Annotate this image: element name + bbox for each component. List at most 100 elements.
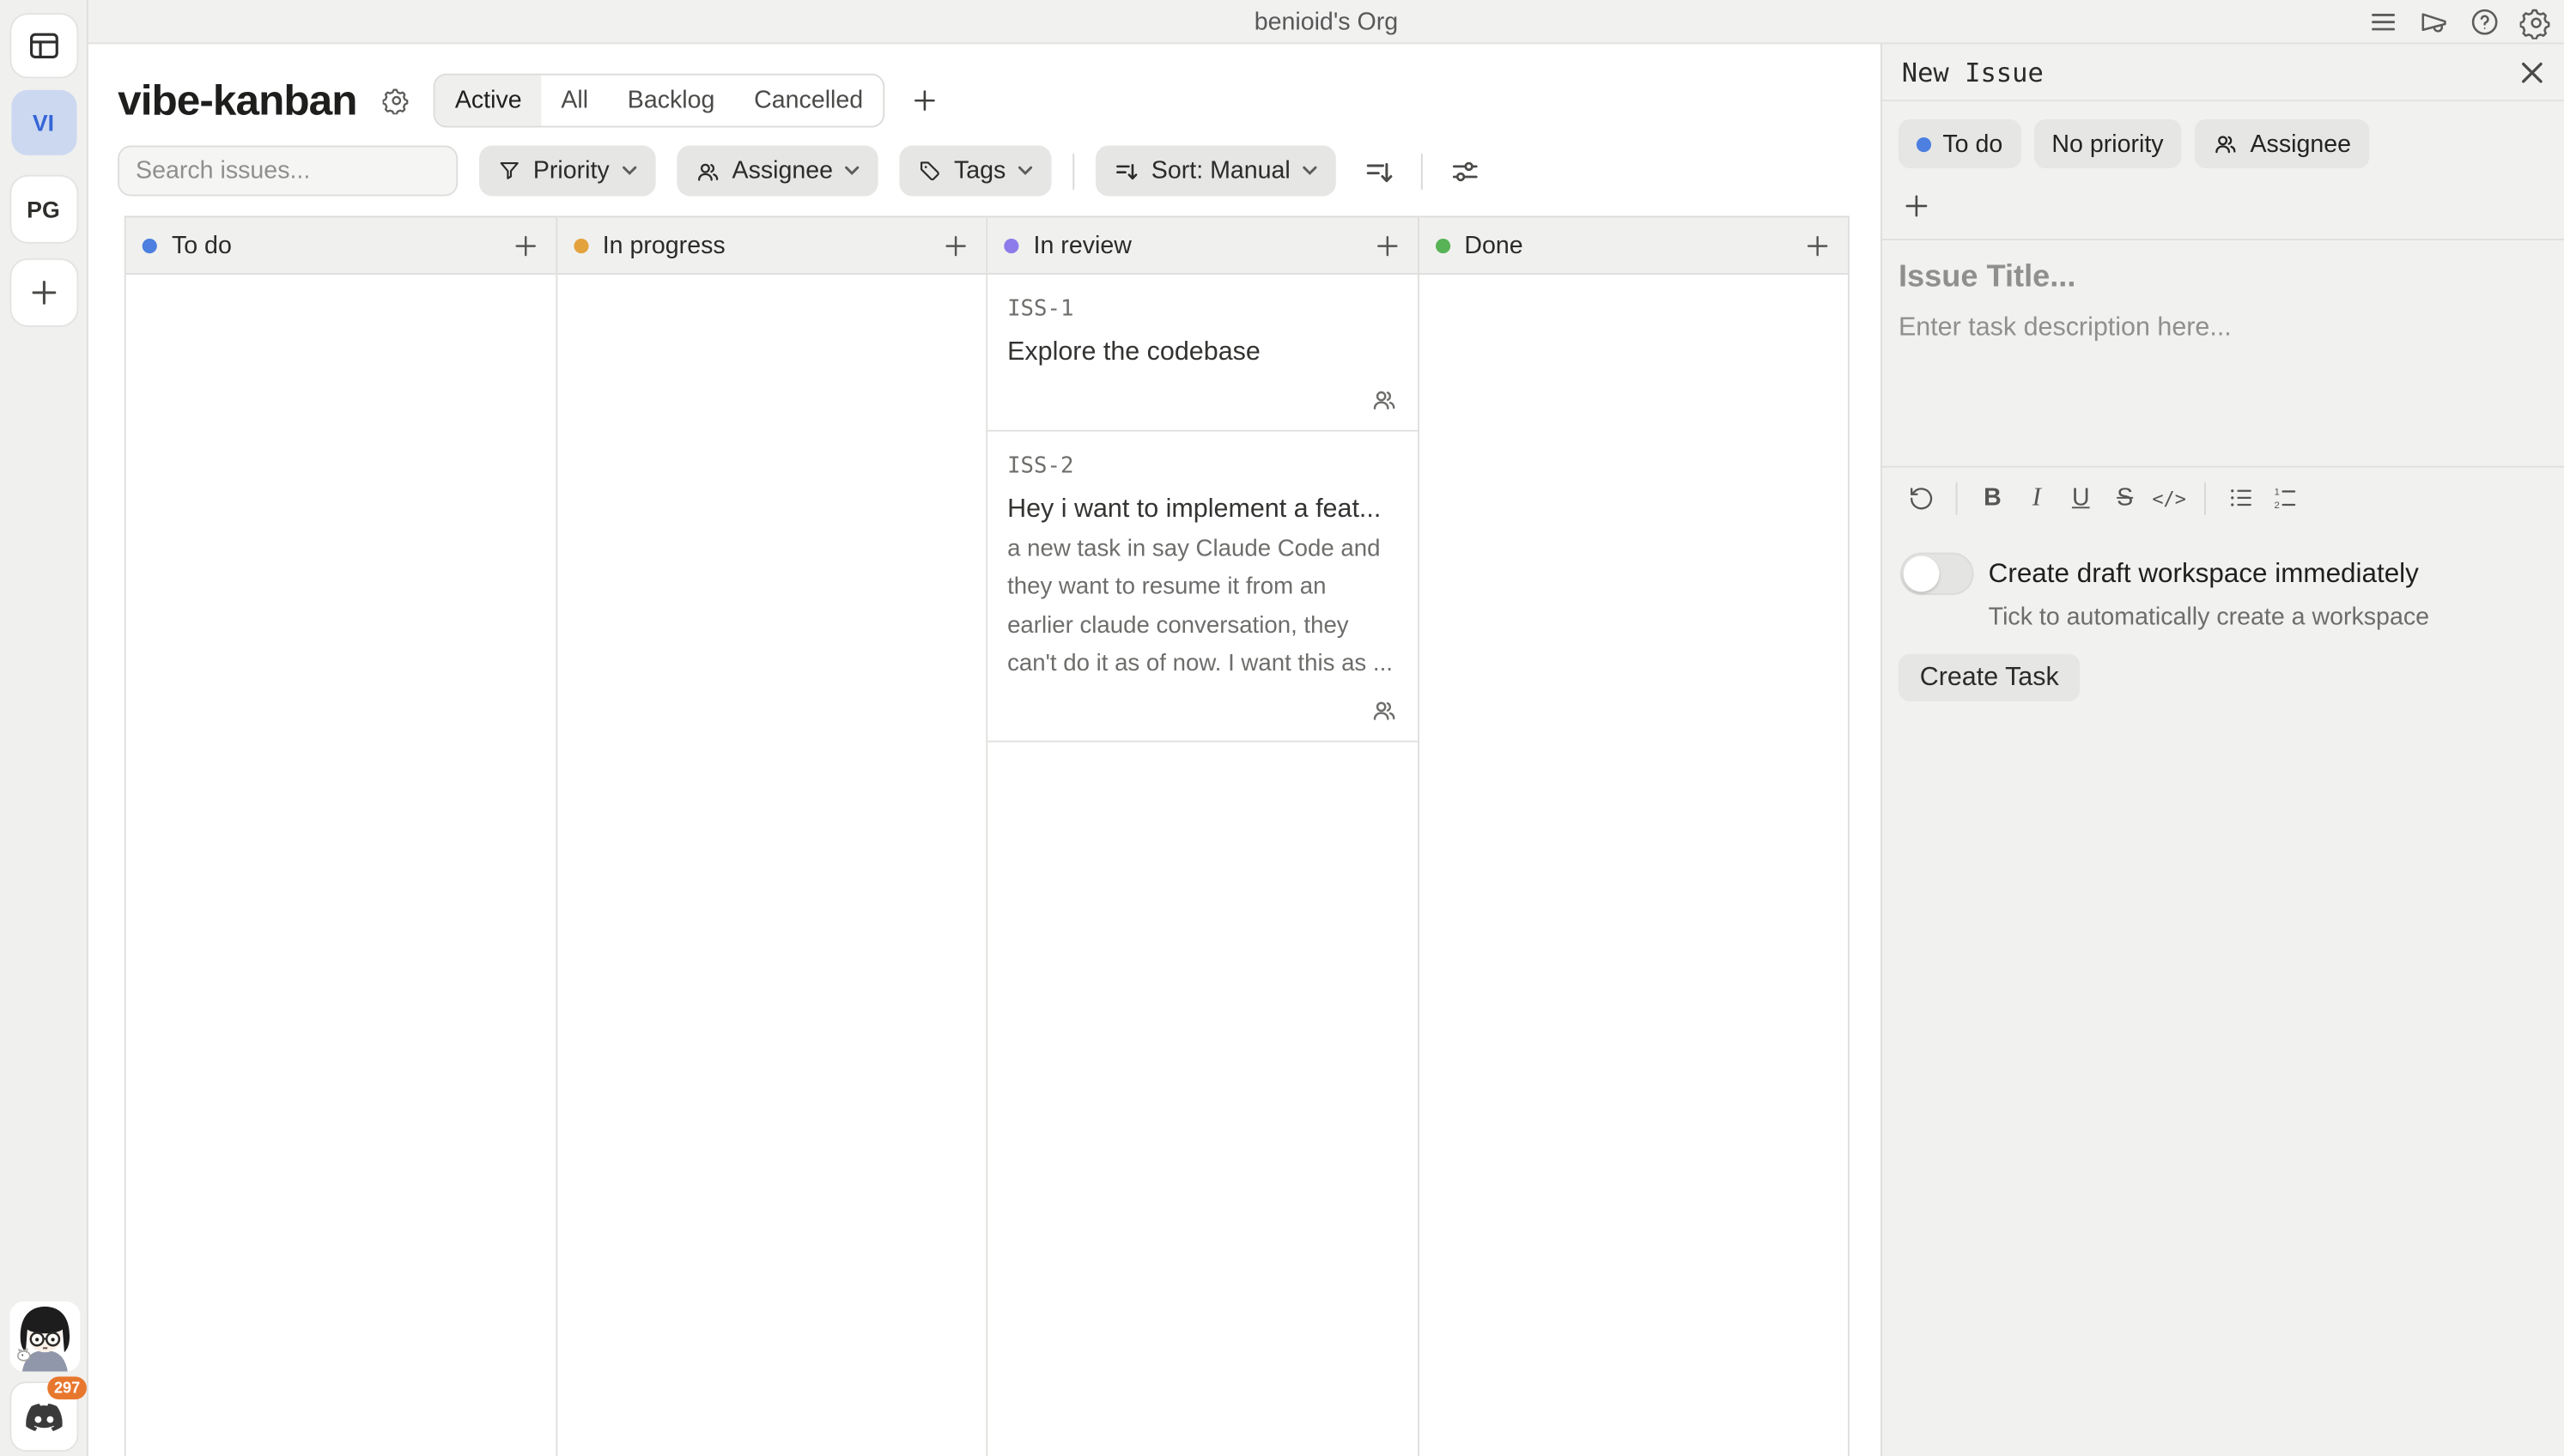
chevron-down-icon bbox=[621, 165, 637, 176]
sort-button[interactable]: Sort: Manual bbox=[1096, 145, 1336, 196]
tab-cancelled[interactable]: Cancelled bbox=[734, 75, 883, 125]
close-panel-button[interactable] bbox=[2520, 60, 2545, 85]
sort-order-button[interactable] bbox=[1358, 155, 1400, 187]
plus-icon bbox=[942, 231, 969, 258]
sort-icon bbox=[1114, 158, 1139, 184]
create-workspace-toggle[interactable] bbox=[1900, 553, 1974, 596]
status-chip[interactable]: To do bbox=[1899, 119, 2020, 168]
project-settings-button[interactable] bbox=[383, 86, 410, 113]
assignee-filter-button[interactable]: Assignee bbox=[677, 145, 879, 196]
sort-descending-icon bbox=[1363, 155, 1395, 187]
issue-title: Explore the codebase bbox=[1007, 338, 1397, 367]
chevron-down-icon bbox=[1018, 165, 1034, 176]
megaphone-icon bbox=[2419, 7, 2450, 38]
column-in-review: In review ISS-1 Explore the codebase bbox=[987, 215, 1419, 1456]
users-icon bbox=[695, 158, 720, 184]
users-icon bbox=[2213, 130, 2239, 156]
tab-active[interactable]: Active bbox=[435, 75, 542, 125]
new-issue-panel: New Issue To do No priority bbox=[1880, 44, 2564, 1456]
issue-title-input[interactable] bbox=[1899, 260, 2537, 296]
assignee-chip[interactable]: Assignee bbox=[2195, 119, 2369, 168]
workspace-rail: VI PG bbox=[0, 0, 88, 1456]
column-name: To do bbox=[172, 231, 511, 258]
menu-icon bbox=[2367, 7, 2398, 38]
divider bbox=[2204, 482, 2206, 514]
add-card-button[interactable] bbox=[1373, 231, 1400, 258]
tags-filter-button[interactable]: Tags bbox=[900, 145, 1052, 196]
undo-button[interactable] bbox=[1899, 476, 1942, 519]
issue-id: ISS-2 bbox=[1007, 453, 1397, 479]
code-button[interactable]: </> bbox=[2147, 476, 2190, 519]
user-avatar[interactable] bbox=[9, 1301, 79, 1372]
bold-button[interactable]: B bbox=[1971, 476, 2014, 519]
close-icon bbox=[2520, 60, 2545, 85]
issue-id: ISS-1 bbox=[1007, 296, 1397, 322]
display-settings-button[interactable] bbox=[1444, 155, 1487, 187]
tab-backlog[interactable]: Backlog bbox=[608, 75, 734, 125]
bullet-list-button[interactable] bbox=[2219, 476, 2263, 519]
plus-icon bbox=[1902, 191, 1931, 221]
discord-unread-badge: 297 bbox=[47, 1376, 87, 1399]
numbered-list-button[interactable]: 1 2 bbox=[2263, 476, 2307, 519]
discord-button[interactable]: 297 bbox=[11, 1383, 76, 1450]
users-icon bbox=[1370, 696, 1397, 724]
page-title: vibe-kanban bbox=[118, 75, 356, 125]
divider bbox=[1956, 482, 1958, 514]
menu-button[interactable] bbox=[2367, 7, 2398, 38]
plus-icon bbox=[27, 276, 59, 309]
workspace-pg-button[interactable]: PG bbox=[10, 177, 76, 242]
help-button[interactable] bbox=[2470, 7, 2500, 38]
tag-icon bbox=[918, 159, 943, 184]
add-workspace-button[interactable] bbox=[10, 260, 76, 325]
create-task-button[interactable]: Create Task bbox=[1899, 654, 2081, 701]
strikethrough-button[interactable]: S bbox=[2103, 476, 2147, 519]
issue-description-input[interactable] bbox=[1899, 314, 2537, 458]
toggle-knob bbox=[1904, 555, 1940, 592]
italic-button[interactable]: I bbox=[2014, 476, 2058, 519]
column-name: In review bbox=[1034, 231, 1373, 258]
announcements-button[interactable] bbox=[2419, 7, 2450, 38]
settings-button[interactable] bbox=[2520, 6, 2553, 39]
gear-icon bbox=[2520, 6, 2553, 39]
column-header: In review bbox=[987, 215, 1417, 275]
priority-chip[interactable]: No priority bbox=[2033, 119, 2181, 168]
column-in-progress: In progress bbox=[556, 215, 987, 1456]
underline-button[interactable]: U bbox=[2059, 476, 2103, 519]
issue-title: Hey i want to implement a feat... bbox=[1007, 495, 1397, 525]
column-body: ISS-1 Explore the codebase bbox=[987, 275, 1417, 1456]
layout-nav-button[interactable] bbox=[10, 15, 76, 76]
column-done: Done bbox=[1419, 215, 1850, 1456]
panel-title: New Issue bbox=[1902, 57, 2520, 88]
tab-all[interactable]: All bbox=[541, 75, 607, 125]
issue-card[interactable]: ISS-2 Hey i want to implement a feat... … bbox=[987, 432, 1417, 743]
funnel-icon bbox=[497, 159, 522, 184]
status-dot bbox=[143, 238, 157, 252]
issue-card[interactable]: ISS-1 Explore the codebase bbox=[987, 275, 1417, 432]
org-title: benioid's Org bbox=[88, 9, 2564, 36]
status-dot bbox=[573, 238, 587, 252]
column-header: Done bbox=[1419, 215, 1848, 275]
search-input[interactable] bbox=[118, 145, 458, 196]
workspace-vi-button[interactable]: VI bbox=[10, 90, 76, 155]
svg-text:2: 2 bbox=[2275, 500, 2280, 511]
priority-filter-button[interactable]: Priority bbox=[479, 145, 655, 196]
column-body bbox=[126, 275, 556, 1456]
plus-icon bbox=[1803, 231, 1831, 258]
bullet-list-icon bbox=[2227, 484, 2255, 512]
add-card-button[interactable] bbox=[511, 231, 538, 258]
app-window: VI PG bbox=[0, 0, 2564, 1456]
chevron-down-icon bbox=[844, 165, 860, 176]
add-view-button[interactable] bbox=[910, 86, 938, 113]
add-card-button[interactable] bbox=[1803, 231, 1831, 258]
users-icon bbox=[1370, 385, 1397, 413]
view-tabs: Active All Backlog Cancelled bbox=[434, 73, 884, 127]
add-card-button[interactable] bbox=[942, 231, 969, 258]
column-name: In progress bbox=[603, 231, 942, 258]
add-property-button[interactable] bbox=[1902, 191, 1931, 221]
numbered-list-icon: 1 2 bbox=[2271, 484, 2299, 512]
column-body bbox=[1419, 275, 1848, 1456]
column-body bbox=[556, 275, 986, 1456]
svg-text:1: 1 bbox=[2275, 487, 2280, 497]
discord-icon bbox=[23, 1400, 66, 1433]
status-dot bbox=[1004, 238, 1018, 252]
